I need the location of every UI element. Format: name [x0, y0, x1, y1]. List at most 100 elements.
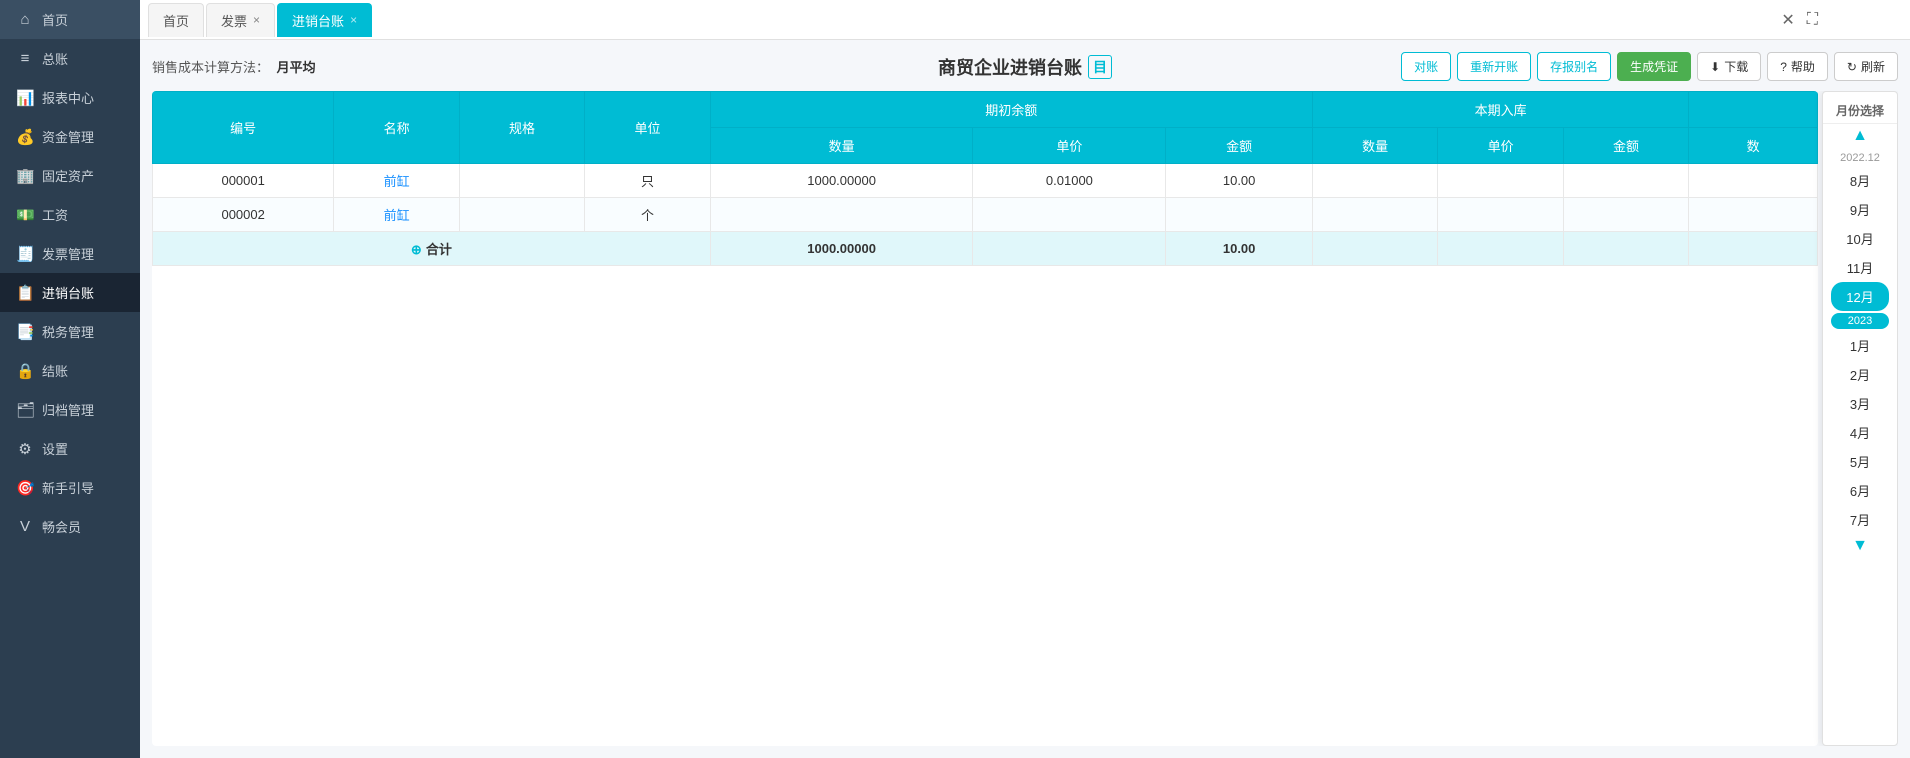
newbie-icon: 🎯 — [16, 479, 34, 497]
main-area: ✕ ⛶ 首页 发票 × 进销台账 × 销售成本计算方法： 月平均 商贸企业进销台… — [140, 0, 1910, 758]
month-item-4[interactable]: 4月 — [1823, 418, 1897, 447]
tab-home-label: 首页 — [163, 11, 189, 30]
help-icon: ? — [1780, 60, 1787, 74]
col-header-name: 名称 — [334, 92, 459, 164]
close-window-button[interactable]: ✕ — [1779, 8, 1796, 32]
year-2022-label: 2022.12 — [1823, 148, 1897, 166]
sidebar-item-member[interactable]: V 畅会员 — [0, 507, 140, 546]
home-icon: ⌂ — [16, 11, 34, 28]
reopen-button[interactable]: 重新开账 — [1457, 52, 1531, 81]
cell-unit: 个 — [585, 198, 710, 232]
col-header-qty-in: 数量 — [1312, 128, 1437, 164]
col-header-amount-in: 金额 — [1563, 128, 1688, 164]
sidebar-item-label: 新手引导 — [42, 478, 94, 497]
col-header-period-out — [1689, 92, 1818, 128]
sidebar-item-home[interactable]: ⌂ 首页 — [0, 0, 140, 39]
purchase-sales-icon: 📋 — [16, 284, 34, 302]
sidebar-item-newbie[interactable]: 🎯 新手引导 — [0, 468, 140, 507]
month-item-6[interactable]: 6月 — [1823, 476, 1897, 505]
cell-spec — [459, 198, 584, 232]
col-header-qty-init: 数量 — [710, 128, 973, 164]
tab-home[interactable]: 首页 — [148, 3, 204, 37]
sidebar-item-salary[interactable]: 💵 工资 — [0, 195, 140, 234]
tab-invoice-label: 发票 — [221, 11, 247, 30]
month-item-8[interactable]: 8月 — [1823, 166, 1897, 195]
tabs-bar: 首页 发票 × 进销台账 × — [140, 0, 1910, 40]
total-qty-init: 1000.00000 — [710, 232, 973, 266]
col-header-period-start: 期初余额 — [710, 92, 1312, 128]
reconcile-button[interactable]: 对账 — [1401, 52, 1451, 81]
table-row: 000001 前缸 只 1000.00000 0.01000 10.00 — [153, 164, 1818, 198]
month-item-10[interactable]: 10月 — [1823, 224, 1897, 253]
page-title: 商贸企业进销台账 目 — [938, 54, 1112, 80]
sidebar-item-label: 进销台账 — [42, 283, 94, 302]
month-item-3[interactable]: 3月 — [1823, 389, 1897, 418]
sidebar-item-funds[interactable]: 💰 资金管理 — [0, 117, 140, 156]
col-header-spec: 规格 — [459, 92, 584, 164]
month-nav-down[interactable]: ▼ — [1823, 534, 1897, 558]
cell-id: 000002 — [153, 198, 334, 232]
ledger-icon: ≡ — [16, 50, 34, 67]
sidebar-item-label: 发票管理 — [42, 244, 94, 263]
tab-purchase-sales[interactable]: 进销台账 × — [277, 3, 372, 37]
sidebar-item-purchase-sales[interactable]: 📋 进销台账 — [0, 273, 140, 312]
sidebar-item-label: 设置 — [42, 439, 68, 458]
sidebar-item-label: 结账 — [42, 361, 68, 380]
tab-invoice[interactable]: 发票 × — [206, 3, 275, 37]
month-item-7[interactable]: 7月 — [1823, 505, 1897, 534]
sidebar-item-archive[interactable]: 🗂 归档管理 — [0, 390, 140, 429]
invoice-icon: 🧾 — [16, 245, 34, 263]
sidebar-item-label: 归档管理 — [42, 400, 94, 419]
info-icon[interactable]: 目 — [1088, 55, 1112, 79]
total-price-in — [1438, 232, 1563, 266]
sidebar-item-label: 畅会员 — [42, 517, 81, 536]
table-row: 000002 前缸 个 — [153, 198, 1818, 232]
sidebar-item-ledger[interactable]: ≡ 总账 — [0, 39, 140, 78]
month-item-2[interactable]: 2月 — [1823, 360, 1897, 389]
sidebar-item-settings[interactable]: ⚙ 设置 — [0, 429, 140, 468]
tab-purchase-sales-close[interactable]: × — [350, 13, 357, 27]
maximize-window-button[interactable]: ⛶ — [1805, 9, 1820, 31]
member-icon: V — [16, 518, 34, 535]
table-total-row: ⊕合计 1000.00000 10.00 — [153, 232, 1818, 266]
cell-name: 前缸 — [334, 198, 459, 232]
cell-name: 前缸 — [334, 164, 459, 198]
month-selector-panel: 月份选择 ▲ 2022.12 8月 9月 10月 11月 12月 2023 1月… — [1822, 91, 1898, 746]
sidebar-item-label: 工资 — [42, 205, 68, 224]
tab-invoice-close[interactable]: × — [253, 13, 260, 27]
sidebar-item-tax[interactable]: 📑 税务管理 — [0, 312, 140, 351]
generate-voucher-button[interactable]: 生成凭证 — [1617, 52, 1691, 81]
sidebar-item-reports[interactable]: 📊 报表中心 — [0, 78, 140, 117]
cell-price-init: 0.01000 — [973, 164, 1166, 198]
refresh-icon: ↻ — [1847, 60, 1857, 74]
download-button[interactable]: ⬇ 下载 — [1697, 52, 1761, 81]
month-panel-title: 月份选择 — [1823, 96, 1897, 124]
sidebar-item-label: 固定资产 — [42, 166, 94, 185]
month-item-9[interactable]: 9月 — [1823, 195, 1897, 224]
month-item-1[interactable]: 1月 — [1823, 331, 1897, 360]
refresh-button[interactable]: ↻ 刷新 — [1834, 52, 1898, 81]
settings-icon: ⚙ — [16, 440, 34, 458]
month-nav-up[interactable]: ▲ — [1823, 124, 1897, 148]
sidebar-item-invoice-mgr[interactable]: 🧾 发票管理 — [0, 234, 140, 273]
month-item-12[interactable]: 12月 — [1831, 282, 1889, 311]
archive-icon: 🗂 — [16, 401, 34, 419]
cell-more — [1689, 198, 1818, 232]
save-alias-button[interactable]: 存报别名 — [1537, 52, 1611, 81]
cell-amount-init — [1166, 198, 1312, 232]
cell-id: 000001 — [153, 164, 334, 198]
month-item-11[interactable]: 11月 — [1823, 253, 1897, 282]
sidebar-item-assets[interactable]: 🏢 固定资产 — [0, 156, 140, 195]
toolbar-buttons: 对账 重新开账 存报别名 生成凭证 ⬇ 下载 ? 帮助 — [1401, 52, 1898, 81]
cell-qty-in — [1312, 198, 1437, 232]
cell-amount-in — [1563, 198, 1688, 232]
funds-icon: 💰 — [16, 128, 34, 146]
purchase-sales-table: 编号 名称 规格 单位 期初余额 本期入库 数量 单价 金额 数 — [152, 91, 1818, 266]
download-icon: ⬇ — [1710, 60, 1720, 74]
help-button[interactable]: ? 帮助 — [1767, 52, 1828, 81]
total-qty-in — [1312, 232, 1437, 266]
sidebar-item-close[interactable]: 🔒 结账 — [0, 351, 140, 390]
sidebar-item-label: 首页 — [42, 10, 68, 29]
month-item-5[interactable]: 5月 — [1823, 447, 1897, 476]
salary-icon: 💵 — [16, 206, 34, 224]
